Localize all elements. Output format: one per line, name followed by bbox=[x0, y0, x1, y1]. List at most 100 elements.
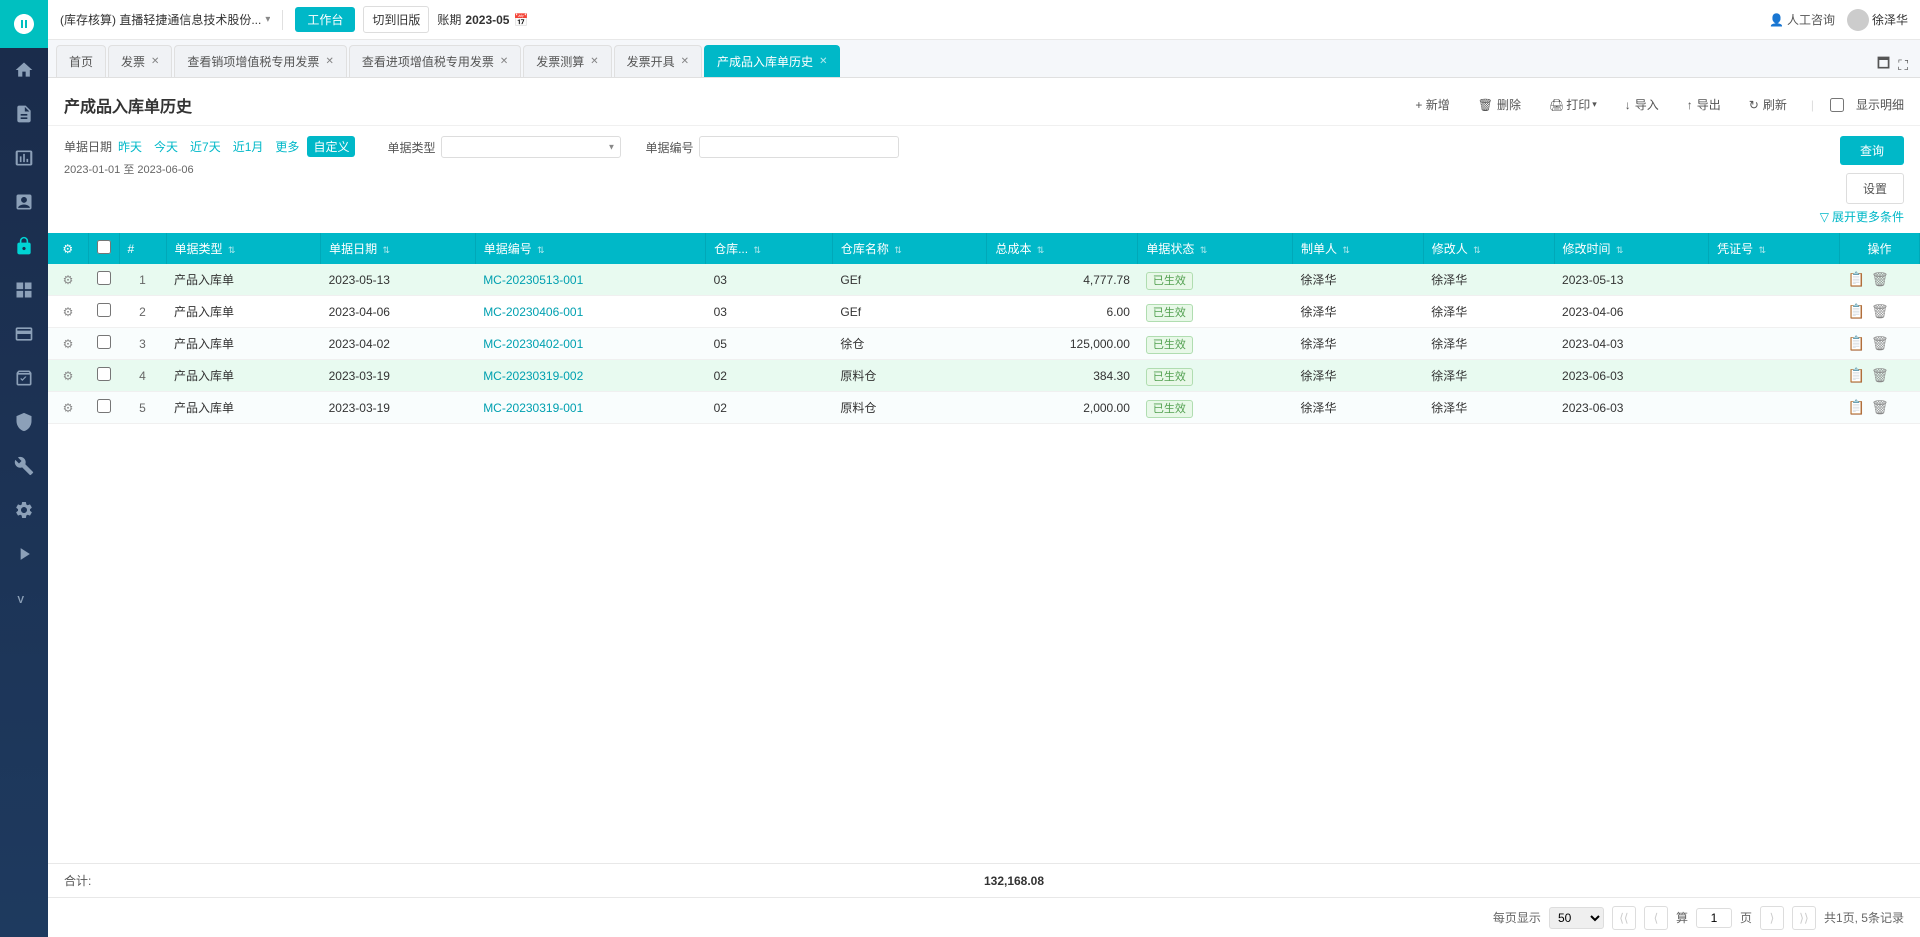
td-code[interactable]: MC-20230319-001 bbox=[475, 392, 705, 424]
sidebar-item-chart[interactable] bbox=[0, 136, 48, 180]
row-checkbox[interactable] bbox=[97, 271, 111, 285]
row-edit-icon[interactable]: 📋 bbox=[1848, 335, 1865, 352]
row-checkbox[interactable] bbox=[97, 335, 111, 349]
page-input[interactable] bbox=[1696, 908, 1732, 928]
row-delete-icon[interactable]: 🗑 bbox=[1871, 303, 1889, 320]
help-button[interactable]: 👤 人工咨询 bbox=[1769, 11, 1835, 28]
query-button[interactable]: 查询 bbox=[1840, 136, 1904, 165]
per-page-select[interactable]: 50 100 200 bbox=[1549, 907, 1604, 929]
sidebar-item-tools[interactable] bbox=[0, 444, 48, 488]
th-code[interactable]: 单据编号 ⇅ bbox=[475, 233, 705, 264]
delete-button[interactable]: 🗑 删除 bbox=[1470, 92, 1529, 117]
tab-expand-button[interactable]: ⛶ bbox=[1898, 57, 1908, 74]
row-checkbox[interactable] bbox=[97, 303, 111, 317]
date-btn-more[interactable]: 更多 bbox=[271, 136, 303, 157]
code-input[interactable] bbox=[699, 136, 899, 158]
sidebar-item-grid[interactable] bbox=[0, 268, 48, 312]
date-btn-today[interactable]: 今天 bbox=[150, 136, 182, 157]
row-delete-icon[interactable]: 🗑 bbox=[1871, 399, 1889, 416]
tab-calc[interactable]: 发票测算 ✕ bbox=[523, 45, 611, 77]
refresh-button[interactable]: ↻ 刷新 bbox=[1741, 92, 1795, 117]
row-checkbox[interactable] bbox=[97, 367, 111, 381]
switch-version-button[interactable]: 切到旧版 bbox=[363, 6, 429, 33]
tab-open[interactable]: 发票开具 ✕ bbox=[614, 45, 702, 77]
td-checkbox[interactable] bbox=[88, 328, 119, 360]
date-btn-1month[interactable]: 近1月 bbox=[229, 136, 268, 157]
last-page-button[interactable]: ⟩⟩ bbox=[1792, 906, 1816, 930]
sidebar-item-home[interactable] bbox=[0, 48, 48, 92]
user-menu[interactable]: 徐泽华 bbox=[1847, 9, 1908, 31]
row-delete-icon[interactable]: 🗑 bbox=[1871, 367, 1889, 384]
sidebar-item-analytics[interactable] bbox=[0, 180, 48, 224]
sidebar-item-v[interactable]: V bbox=[0, 576, 48, 620]
code-link[interactable]: MC-20230513-001 bbox=[483, 273, 583, 287]
td-settings[interactable]: ⚙ bbox=[48, 392, 88, 424]
date-btn-7days[interactable]: 近7天 bbox=[186, 136, 225, 157]
sidebar-item-play[interactable] bbox=[0, 532, 48, 576]
tab-open-close[interactable]: ✕ bbox=[681, 56, 689, 67]
th-modify-time[interactable]: 修改时间 ⇅ bbox=[1554, 233, 1709, 264]
code-link[interactable]: MC-20230402-001 bbox=[483, 337, 583, 351]
td-checkbox[interactable] bbox=[88, 360, 119, 392]
tab-sales-invoice[interactable]: 查看销项增值税专用发票 ✕ bbox=[174, 45, 346, 77]
workbench-button[interactable]: 工作台 bbox=[295, 7, 355, 32]
brand-dropdown-icon[interactable]: ▾ bbox=[265, 14, 270, 25]
row-edit-icon[interactable]: 📋 bbox=[1848, 271, 1865, 288]
tab-history-close[interactable]: ✕ bbox=[819, 56, 827, 67]
tab-minimize-button[interactable]: 🗖 bbox=[1877, 53, 1890, 77]
prev-page-button[interactable]: ⟨ bbox=[1644, 906, 1668, 930]
tab-home[interactable]: 首页 bbox=[56, 45, 106, 77]
expand-filter-button[interactable]: ▽ 展开更多条件 bbox=[1820, 208, 1904, 225]
sidebar-item-box[interactable] bbox=[0, 356, 48, 400]
th-warehouse-name[interactable]: 仓库名称 ⇅ bbox=[832, 233, 987, 264]
export-button[interactable]: ↑ 导出 bbox=[1679, 92, 1729, 117]
td-checkbox[interactable] bbox=[88, 392, 119, 424]
th-warehouse-code[interactable]: 仓库... ⇅ bbox=[706, 233, 833, 264]
tab-purchase-close[interactable]: ✕ bbox=[500, 56, 508, 67]
th-status[interactable]: 单据状态 ⇅ bbox=[1138, 233, 1293, 264]
row-delete-icon[interactable]: 🗑 bbox=[1871, 271, 1889, 288]
sidebar-item-doc[interactable] bbox=[0, 92, 48, 136]
tab-calc-close[interactable]: ✕ bbox=[590, 56, 598, 67]
sidebar-item-invoice[interactable] bbox=[0, 312, 48, 356]
th-settings[interactable]: ⚙ bbox=[48, 233, 88, 264]
select-all-checkbox[interactable] bbox=[97, 240, 111, 254]
tab-purchase-invoice[interactable]: 查看进项增值税专用发票 ✕ bbox=[349, 45, 521, 77]
date-btn-yesterday[interactable]: 昨天 bbox=[114, 136, 146, 157]
row-checkbox[interactable] bbox=[97, 399, 111, 413]
show-detail-checkbox[interactable] bbox=[1830, 98, 1844, 112]
import-button[interactable]: ↓ 导入 bbox=[1617, 92, 1667, 117]
row-edit-icon[interactable]: 📋 bbox=[1848, 399, 1865, 416]
row-edit-icon[interactable]: 📋 bbox=[1848, 303, 1865, 320]
td-settings[interactable]: ⚙ bbox=[48, 360, 88, 392]
calendar-icon[interactable]: 📅 bbox=[513, 13, 528, 27]
tab-history[interactable]: 产成品入库单历史 ✕ bbox=[704, 45, 840, 77]
td-code[interactable]: MC-20230402-001 bbox=[475, 328, 705, 360]
sidebar-item-gear[interactable] bbox=[0, 488, 48, 532]
new-button[interactable]: + 新增 bbox=[1407, 92, 1457, 117]
td-code[interactable]: MC-20230319-002 bbox=[475, 360, 705, 392]
next-page-button[interactable]: ⟩ bbox=[1760, 906, 1784, 930]
setting-button[interactable]: 设置 bbox=[1846, 173, 1904, 204]
sidebar-item-settings2[interactable] bbox=[0, 400, 48, 444]
td-settings[interactable]: ⚙ bbox=[48, 264, 88, 296]
td-settings[interactable]: ⚙ bbox=[48, 296, 88, 328]
code-link[interactable]: MC-20230319-001 bbox=[483, 401, 583, 415]
print-button[interactable]: 🖨 打印 ▾ bbox=[1541, 92, 1605, 117]
th-date[interactable]: 单据日期 ⇅ bbox=[321, 233, 476, 264]
row-delete-icon[interactable]: 🗑 bbox=[1871, 335, 1889, 352]
th-voucher[interactable]: 凭证号 ⇅ bbox=[1709, 233, 1840, 264]
td-code[interactable]: MC-20230513-001 bbox=[475, 264, 705, 296]
code-link[interactable]: MC-20230406-001 bbox=[483, 305, 583, 319]
first-page-button[interactable]: ⟨⟨ bbox=[1612, 906, 1636, 930]
tab-invoice-close[interactable]: ✕ bbox=[151, 56, 159, 67]
td-settings[interactable]: ⚙ bbox=[48, 328, 88, 360]
tab-invoice[interactable]: 发票 ✕ bbox=[108, 45, 172, 77]
code-link[interactable]: MC-20230319-002 bbox=[483, 369, 583, 383]
tab-sales-close[interactable]: ✕ bbox=[325, 56, 333, 67]
td-checkbox[interactable] bbox=[88, 296, 119, 328]
type-select[interactable]: 产品入库单 bbox=[441, 136, 621, 158]
td-checkbox[interactable] bbox=[88, 264, 119, 296]
th-modifier[interactable]: 修改人 ⇅ bbox=[1423, 233, 1554, 264]
td-code[interactable]: MC-20230406-001 bbox=[475, 296, 705, 328]
